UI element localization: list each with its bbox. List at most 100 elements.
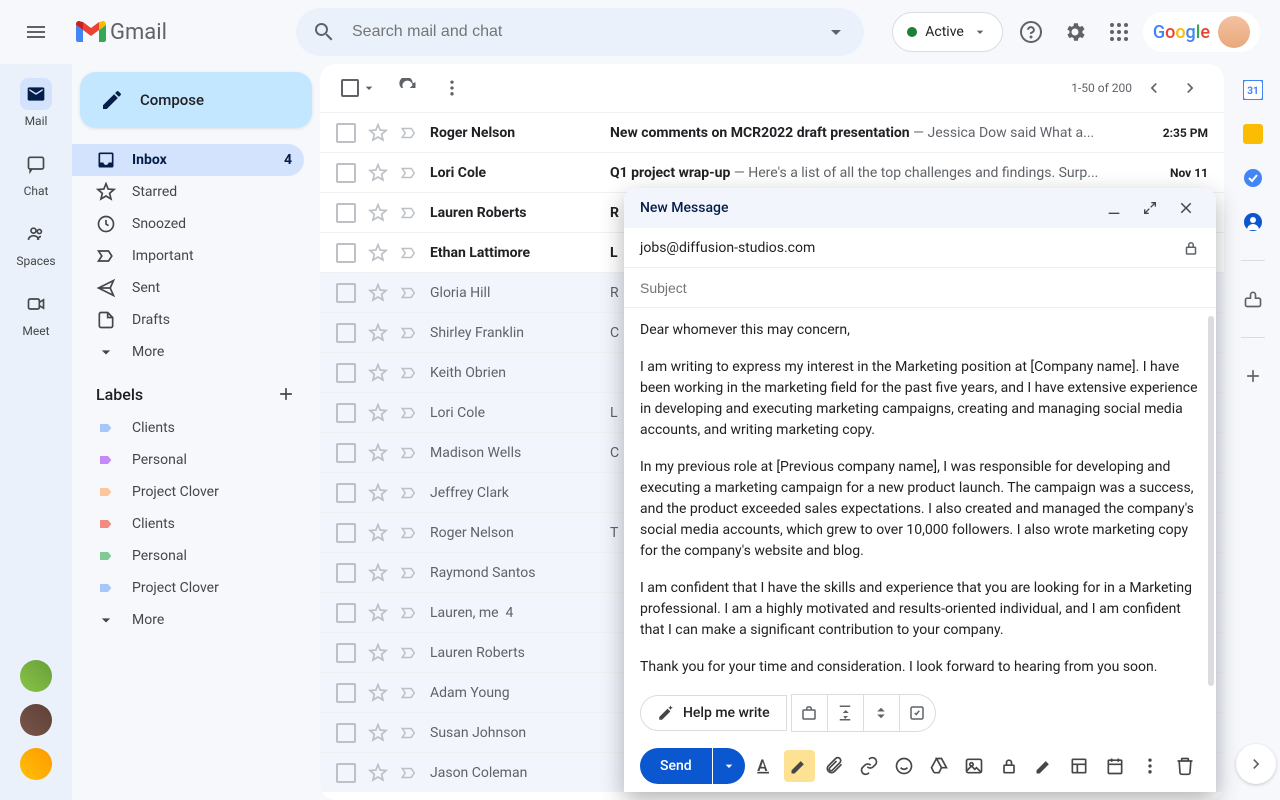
plus-icon[interactable] (276, 384, 296, 404)
link-button[interactable] (854, 750, 885, 782)
rail-item-spaces[interactable]: Spaces (8, 212, 64, 274)
star-button[interactable] (368, 403, 388, 423)
drive-button[interactable] (924, 750, 955, 782)
help-me-write-button[interactable]: Help me write (640, 695, 787, 731)
email-row[interactable]: Lori Cole Q1 project wrap-up — Here's a … (320, 152, 1224, 192)
important-marker[interactable] (400, 524, 418, 542)
fullscreen-button[interactable] (1136, 194, 1164, 222)
formalize-button[interactable] (791, 695, 827, 731)
recreate-button[interactable] (899, 695, 935, 731)
send-options-button[interactable] (713, 748, 745, 784)
confidential-button[interactable] (994, 750, 1025, 782)
nav-important[interactable]: Important (72, 240, 304, 272)
label-item[interactable]: Personal (72, 444, 304, 476)
nav-sent[interactable]: Sent (72, 272, 304, 304)
row-checkbox[interactable] (336, 763, 356, 783)
important-marker[interactable] (400, 324, 418, 342)
attach-button[interactable] (819, 750, 850, 782)
label-item[interactable]: Project Clover (72, 476, 304, 508)
refresh-button[interactable] (390, 70, 426, 106)
prev-page-button[interactable] (1136, 70, 1172, 106)
star-button[interactable] (368, 683, 388, 703)
search-bar[interactable] (296, 8, 864, 56)
row-checkbox[interactable] (336, 563, 356, 583)
row-checkbox[interactable] (336, 443, 356, 463)
label-item[interactable]: Clients (72, 412, 304, 444)
star-button[interactable] (368, 603, 388, 623)
important-marker[interactable] (400, 484, 418, 502)
apps-button[interactable] (1099, 12, 1139, 52)
important-marker[interactable] (400, 564, 418, 582)
lock-icon[interactable] (1182, 239, 1200, 257)
star-button[interactable] (368, 483, 388, 503)
star-button[interactable] (368, 283, 388, 303)
tasks-app[interactable] (1243, 168, 1263, 188)
email-row[interactable]: Roger Nelson New comments on MCR2022 dra… (320, 112, 1224, 152)
calendar-app[interactable]: 31 (1243, 80, 1263, 100)
support-button[interactable] (1011, 12, 1051, 52)
row-checkbox[interactable] (336, 323, 356, 343)
schedule-button[interactable] (1099, 750, 1130, 782)
google-account-chip[interactable]: Google (1143, 12, 1260, 52)
discard-button[interactable] (1169, 750, 1200, 782)
search-icon[interactable] (304, 12, 344, 52)
row-checkbox[interactable] (336, 123, 356, 143)
keep-app[interactable] (1243, 124, 1263, 144)
compose-body[interactable]: Dear whomever this may concern, I am wri… (624, 308, 1216, 694)
search-input[interactable] (352, 23, 808, 41)
star-button[interactable] (368, 723, 388, 743)
star-button[interactable] (368, 643, 388, 663)
shorten-button[interactable] (863, 695, 899, 731)
nav-more[interactable]: More (72, 336, 304, 368)
important-marker[interactable] (400, 404, 418, 422)
to-field[interactable]: jobs@diffusion-studios.com (624, 228, 1216, 268)
important-marker[interactable] (400, 204, 418, 222)
row-checkbox[interactable] (336, 163, 356, 183)
select-all[interactable] (336, 74, 382, 102)
nav-starred[interactable]: Starred (72, 176, 304, 208)
chat-avatar[interactable] (20, 660, 52, 692)
row-checkbox[interactable] (336, 723, 356, 743)
important-marker[interactable] (400, 164, 418, 182)
row-checkbox[interactable] (336, 523, 356, 543)
contacts-app[interactable] (1243, 212, 1263, 232)
rail-item-mail[interactable]: Mail (8, 72, 64, 134)
row-checkbox[interactable] (336, 603, 356, 623)
scrollbar[interactable] (1208, 316, 1214, 686)
emoji-button[interactable] (889, 750, 920, 782)
important-marker[interactable] (400, 764, 418, 782)
next-page-button[interactable] (1172, 70, 1208, 106)
important-marker[interactable] (400, 724, 418, 742)
star-button[interactable] (368, 363, 388, 383)
more-options-button[interactable] (1134, 750, 1165, 782)
font-button[interactable] (749, 750, 780, 782)
subject-input[interactable] (640, 280, 1200, 296)
row-checkbox[interactable] (336, 403, 356, 423)
important-marker[interactable] (400, 244, 418, 262)
row-checkbox[interactable] (336, 243, 356, 263)
compose-header[interactable]: New Message (624, 188, 1216, 228)
user-avatar[interactable] (1218, 16, 1250, 48)
star-button[interactable] (368, 523, 388, 543)
nav-inbox[interactable]: Inbox 4 (72, 144, 304, 176)
chat-avatar[interactable] (20, 748, 52, 780)
rail-item-chat[interactable]: Chat (8, 142, 64, 204)
search-options-button[interactable] (816, 12, 856, 52)
get-addons[interactable] (1243, 366, 1263, 386)
star-button[interactable] (368, 163, 388, 183)
nav-snoozed[interactable]: Snoozed (72, 208, 304, 240)
important-marker[interactable] (400, 684, 418, 702)
important-marker[interactable] (400, 364, 418, 382)
label-item[interactable]: More (72, 604, 304, 636)
chat-avatar[interactable] (20, 704, 52, 736)
status-chip[interactable]: Active (892, 12, 1003, 52)
label-item[interactable]: Project Clover (72, 572, 304, 604)
important-marker[interactable] (400, 604, 418, 622)
important-marker[interactable] (400, 644, 418, 662)
star-button[interactable] (368, 123, 388, 143)
subject-field[interactable] (624, 268, 1216, 308)
star-button[interactable] (368, 243, 388, 263)
more-button[interactable] (434, 70, 470, 106)
settings-button[interactable] (1055, 12, 1095, 52)
label-item[interactable]: Personal (72, 540, 304, 572)
